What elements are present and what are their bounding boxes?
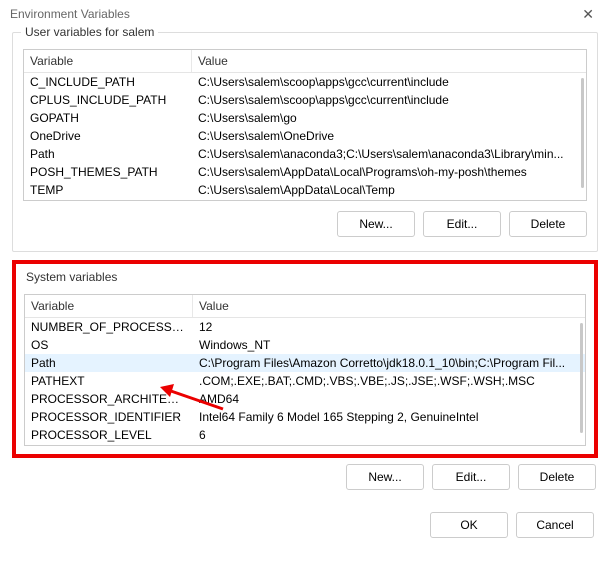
delete-button[interactable]: Delete <box>518 464 596 490</box>
system-variables-table[interactable]: Variable Value NUMBER_OF_PROCESSORS12OSW… <box>24 294 586 446</box>
cell-value: C:\Users\salem\AppData\Local\Temp <box>192 181 586 199</box>
cancel-button[interactable]: Cancel <box>516 512 594 538</box>
cell-value: .COM;.EXE;.BAT;.CMD;.VBS;.VBE;.JS;.JSE;.… <box>193 372 585 390</box>
table-row[interactable]: PROCESSOR_IDENTIFIERIntel64 Family 6 Mod… <box>25 408 585 426</box>
table-row[interactable]: NUMBER_OF_PROCESSORS12 <box>25 318 585 336</box>
cell-variable: TEMP <box>24 181 192 199</box>
system-variables-label: System variables <box>24 268 586 288</box>
column-header-value[interactable]: Value <box>192 50 586 72</box>
cell-variable: CPLUS_INCLUDE_PATH <box>24 91 192 109</box>
table-row[interactable]: POSH_THEMES_PATHC:\Users\salem\AppData\L… <box>24 163 586 181</box>
cell-variable: Path <box>25 354 193 372</box>
cell-variable: C_INCLUDE_PATH <box>24 73 192 91</box>
table-row[interactable]: GOPATHC:\Users\salem\go <box>24 109 586 127</box>
new-button[interactable]: New... <box>337 211 415 237</box>
table-row[interactable]: CPLUS_INCLUDE_PATHC:\Users\salem\scoop\a… <box>24 91 586 109</box>
cell-variable: OneDrive <box>24 127 192 145</box>
cell-variable: PATHEXT <box>25 372 193 390</box>
table-row[interactable]: PathC:\Users\salem\anaconda3;C:\Users\sa… <box>24 145 586 163</box>
user-variables-group: User variables for salem Variable Value … <box>12 32 598 252</box>
cell-value: C:\Users\salem\go <box>192 109 586 127</box>
table-row[interactable]: TEMPC:\Users\salem\AppData\Local\Temp <box>24 181 586 199</box>
table-row[interactable]: PROCESSOR_ARCHITECTUREAMD64 <box>25 390 585 408</box>
cell-variable: PROCESSOR_ARCHITECTURE <box>25 390 193 408</box>
table-row[interactable]: PATHEXT.COM;.EXE;.BAT;.CMD;.VBS;.VBE;.JS… <box>25 372 585 390</box>
cell-value: C:\Program Files\Amazon Corretto\jdk18.0… <box>193 354 585 372</box>
cell-variable: NUMBER_OF_PROCESSORS <box>25 318 193 336</box>
user-variables-table[interactable]: Variable Value C_INCLUDE_PATHC:\Users\sa… <box>23 49 587 201</box>
table-row[interactable]: OSWindows_NT <box>25 336 585 354</box>
table-row[interactable]: OneDriveC:\Users\salem\OneDrive <box>24 127 586 145</box>
column-header-value[interactable]: Value <box>193 295 585 317</box>
cell-variable: GOPATH <box>24 109 192 127</box>
delete-button[interactable]: Delete <box>509 211 587 237</box>
scrollbar[interactable] <box>581 78 584 188</box>
table-row[interactable]: PathC:\Program Files\Amazon Corretto\jdk… <box>25 354 585 372</box>
cell-variable: PROCESSOR_LEVEL <box>25 426 193 444</box>
cell-variable: OS <box>25 336 193 354</box>
cell-value: 6 <box>193 426 585 444</box>
scrollbar[interactable] <box>580 323 583 433</box>
cell-value: AMD64 <box>193 390 585 408</box>
edit-button[interactable]: Edit... <box>423 211 501 237</box>
edit-button[interactable]: Edit... <box>432 464 510 490</box>
cell-value: C:\Users\salem\OneDrive <box>192 127 586 145</box>
cell-value: C:\Users\salem\AppData\Local\Programs\oh… <box>192 163 586 181</box>
cell-value: 12 <box>193 318 585 336</box>
user-variables-label: User variables for salem <box>21 25 158 39</box>
window-title: Environment Variables <box>10 7 130 21</box>
cell-variable: Path <box>24 145 192 163</box>
table-row[interactable]: PROCESSOR_LEVEL6 <box>25 426 585 444</box>
cell-variable: POSH_THEMES_PATH <box>24 163 192 181</box>
cell-value: C:\Users\salem\scoop\apps\gcc\current\in… <box>192 91 586 109</box>
cell-value: Intel64 Family 6 Model 165 Stepping 2, G… <box>193 408 585 426</box>
cell-variable: PROCESSOR_IDENTIFIER <box>25 408 193 426</box>
cell-value: C:\Users\salem\scoop\apps\gcc\current\in… <box>192 73 586 91</box>
new-button[interactable]: New... <box>346 464 424 490</box>
ok-button[interactable]: OK <box>430 512 508 538</box>
cell-value: Windows_NT <box>193 336 585 354</box>
cell-value: C:\Users\salem\anaconda3;C:\Users\salem\… <box>192 145 586 163</box>
column-header-variable[interactable]: Variable <box>24 50 192 72</box>
table-row[interactable]: C_INCLUDE_PATHC:\Users\salem\scoop\apps\… <box>24 73 586 91</box>
close-icon[interactable]: ✕ <box>574 4 602 25</box>
column-header-variable[interactable]: Variable <box>25 295 193 317</box>
system-variables-highlight: System variables Variable Value NUMBER_O… <box>12 260 598 458</box>
